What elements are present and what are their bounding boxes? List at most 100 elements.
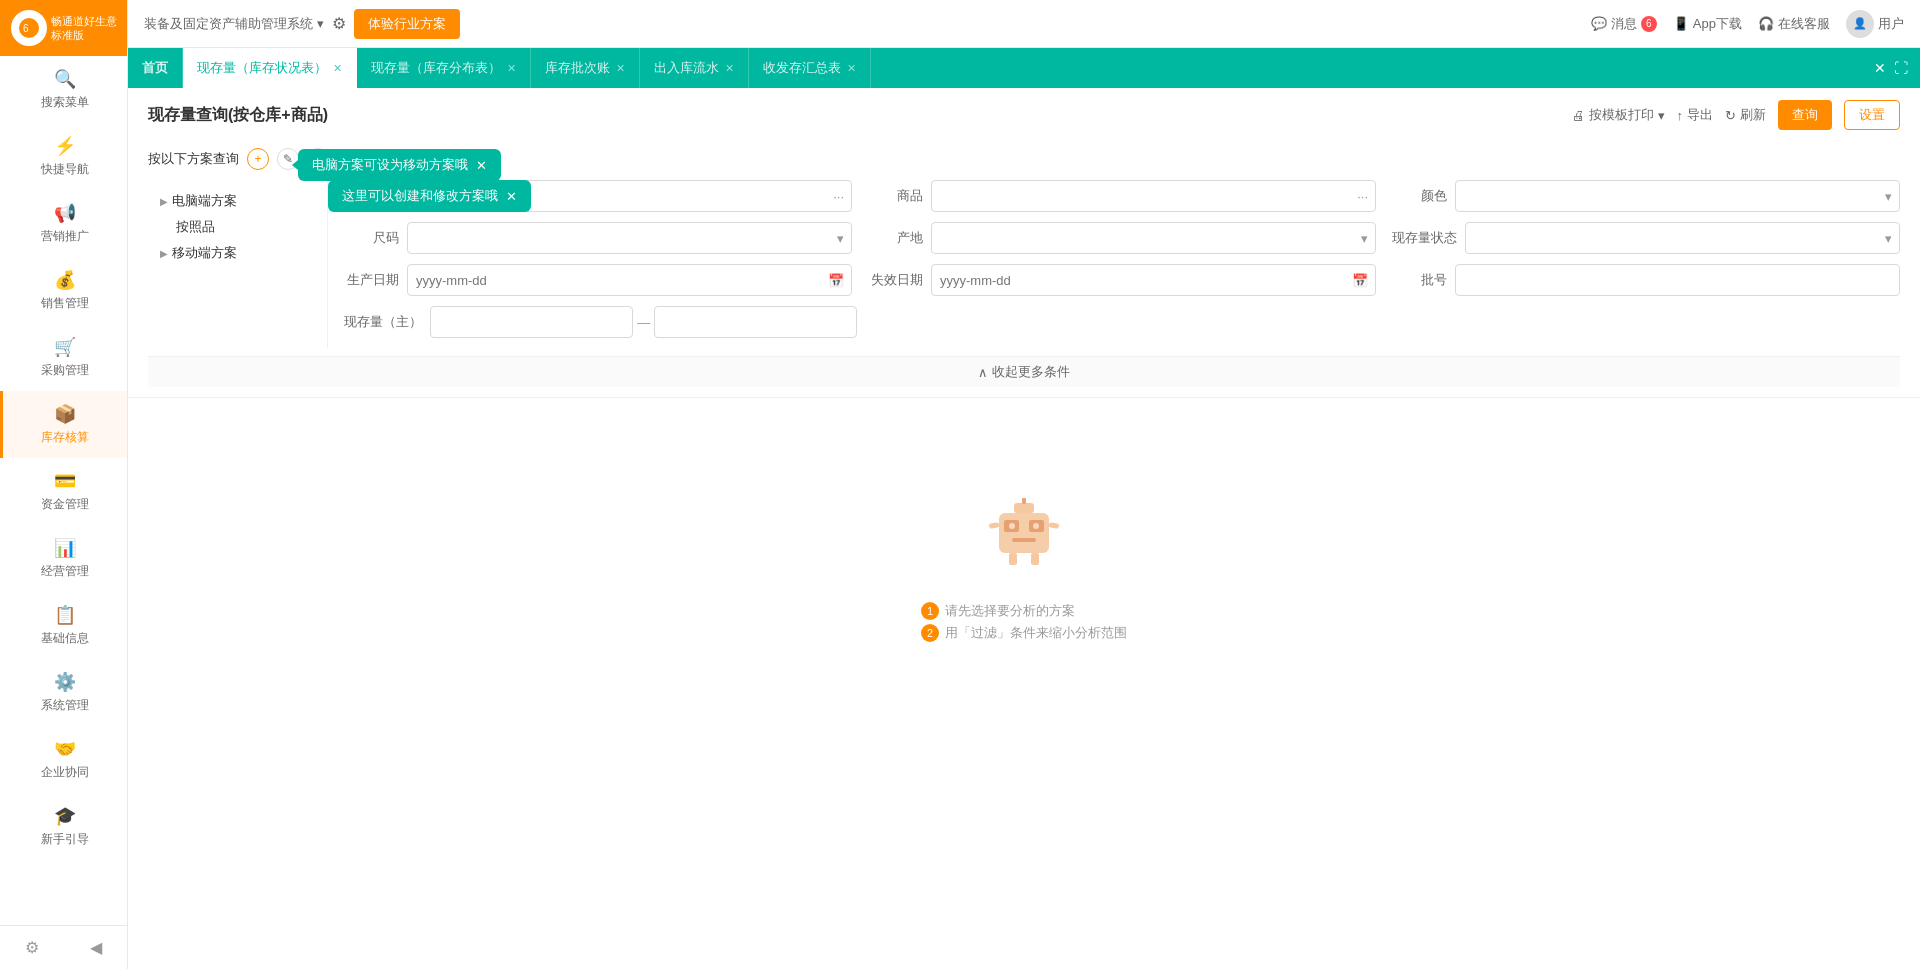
edit-scheme-button[interactable]: ✎ 电脑方案可设为移动方案哦 ✕ [277,148,299,170]
refresh-icon: ↻ [1725,108,1736,123]
color-label: 颜色 [1392,187,1447,205]
step2-num: 2 [921,624,939,642]
expiry-date-field: 失效日期 📅 [868,264,1376,296]
reset-button[interactable]: 设置 [1844,100,1900,130]
stock-status-field: 现存量状态 [1392,222,1900,254]
sidebar-item-nav[interactable]: ⚡ 快捷导航 [0,123,127,190]
experience-button[interactable]: 体验行业方案 [354,9,460,39]
tab-close-stock-status[interactable]: ✕ [333,62,342,75]
tab-close-flow[interactable]: ✕ [725,62,734,75]
scheme-pc-child[interactable]: 按照品 [148,214,327,240]
tab-close-stock-dist[interactable]: ✕ [507,62,516,75]
expiry-date-cal-icon[interactable]: 📅 [1352,273,1368,288]
svg-point-6 [1009,523,1015,529]
sidebar-item-guide[interactable]: 🎓 新手引导 [0,793,127,860]
expiry-date-input[interactable] [931,264,1376,296]
tab-stock-dist[interactable]: 现存量（库存分布表） ✕ [357,48,531,88]
topbar-left: 装备及固定资产辅助管理系统 ▾ ⚙ 体验行业方案 [144,9,460,39]
tab-close-all-icon[interactable]: ✕ [1874,60,1886,76]
tooltip-edit-scheme: 这里可以创建和修改方案哦 ✕ [328,180,531,212]
message-badge: 6 [1641,16,1657,32]
batch-field: 批号 [1392,264,1900,296]
color-select[interactable] [1455,180,1900,212]
sidebar-item-purchase[interactable]: 🛒 采购管理 [0,324,127,391]
prod-date-input[interactable] [407,264,852,296]
sidebar-item-search[interactable]: 🔍 搜索菜单 [0,56,127,123]
collapse-sidebar-icon[interactable]: ◀ [90,938,102,957]
app-download-item[interactable]: 📱 App下载 [1673,15,1742,33]
stock-main-input-end[interactable] [654,306,857,338]
operations-icon: 📊 [54,537,76,559]
tab-summary[interactable]: 收发存汇总表 ✕ [749,48,871,88]
sidebar-item-finance[interactable]: 💳 资金管理 [0,458,127,525]
guide-icon: 🎓 [54,805,76,827]
prod-date-field: 生产日期 📅 [344,264,852,296]
print-button[interactable]: 🖨 按模板打印 ▾ [1572,106,1665,124]
svg-rect-11 [1049,522,1060,529]
tab-stock-status[interactable]: 现存量（库存状况表） ✕ [183,48,357,88]
stock-main-input[interactable] [430,306,633,338]
tab-batch[interactable]: 库存批次账 ✕ [531,48,640,88]
content: 现存量查询(按仓库+商品) 🖨 按模板打印 ▾ ↑ 导出 ↻ 刷新 查询 设置 [128,88,1920,969]
collab-icon: 🤝 [54,738,76,760]
tab-maximize-icon[interactable]: ⛶ [1894,60,1908,76]
tooltip-pc-close[interactable]: ✕ [476,158,487,173]
scheme-mobile[interactable]: ▶ 移动端方案 [148,240,327,266]
message-item[interactable]: 💬 消息 6 [1591,15,1657,33]
tab-close-summary[interactable]: ✕ [847,62,856,75]
marketing-icon: 📢 [54,202,76,224]
scheme-pc-arrow-icon: ▶ [160,196,168,207]
query-button[interactable]: 查询 [1778,100,1832,130]
svg-rect-2 [999,513,1049,553]
tab-flow[interactable]: 出入库流水 ✕ [640,48,749,88]
system-name-dropdown[interactable]: 装备及固定资产辅助管理系统 ▾ [144,15,324,33]
stock-main-dash: — [637,315,650,330]
sidebar-logo: 6 畅通道好生意 标准版 [0,0,127,56]
sidebar-item-marketing[interactable]: 📢 营销推广 [0,190,127,257]
svg-rect-8 [1014,503,1034,513]
empty-state: 1 请先选择要分析的方案 2 用「过滤」条件来缩小分析范围 [128,398,1920,726]
sidebar-item-operations[interactable]: 📊 经营管理 [0,525,127,592]
logo-icon: 6 [11,10,47,46]
prod-date-label: 生产日期 [344,271,399,289]
sidebar-item-system[interactable]: ⚙️ 系统管理 [0,659,127,726]
online-support-item[interactable]: 🎧 在线客服 [1758,15,1830,33]
user-item[interactable]: 👤 用户 [1846,10,1904,38]
tooltip-pc-scheme: 电脑方案可设为移动方案哦 ✕ [298,149,501,181]
origin-select[interactable] [931,222,1376,254]
refresh-button[interactable]: ↻ 刷新 [1725,106,1766,124]
sidebar-item-basic[interactable]: 📋 基础信息 [0,592,127,659]
add-scheme-button[interactable]: + [247,148,269,170]
goods-input[interactable] [931,180,1376,212]
headset-icon: 🎧 [1758,16,1774,31]
sidebar-item-inventory[interactable]: 📦 库存核算 [0,391,127,458]
origin-field: 产地 [868,222,1376,254]
svg-text:6: 6 [23,23,29,34]
sidebar-item-collab[interactable]: 🤝 企业协同 [0,726,127,793]
page-header: 现存量查询(按仓库+商品) 🖨 按模板打印 ▾ ↑ 导出 ↻ 刷新 查询 设置 [128,88,1920,138]
tab-close-batch[interactable]: ✕ [616,62,625,75]
system-icon: ⚙️ [54,671,76,693]
prod-date-cal-icon[interactable]: 📅 [828,273,844,288]
settings-footer-icon[interactable]: ⚙ [25,938,39,957]
stock-status-select[interactable] [1465,222,1900,254]
svg-rect-10 [989,522,1000,529]
batch-label: 批号 [1392,271,1447,289]
topbar: 装备及固定资产辅助管理系统 ▾ ⚙ 体验行业方案 💬 消息 6 📱 App下载 … [128,0,1920,48]
export-icon: ↑ [1677,108,1684,123]
expiry-date-label: 失效日期 [868,271,923,289]
scheme-pc[interactable]: ▶ 电脑端方案 [148,188,327,214]
main-area: 装备及固定资产辅助管理系统 ▾ ⚙ 体验行业方案 💬 消息 6 📱 App下载 … [128,0,1920,969]
export-button[interactable]: ↑ 导出 [1677,106,1714,124]
collapse-button[interactable]: ∧ 收起更多条件 [148,356,1900,387]
tab-home[interactable]: 首页 [128,48,183,88]
size-select[interactable] [407,222,852,254]
sidebar-item-sales[interactable]: 💰 销售管理 [0,257,127,324]
purchase-icon: 🛒 [54,336,76,358]
print-dropdown-icon: ▾ [1658,108,1665,123]
tooltip-edit-close[interactable]: ✕ [506,189,517,204]
batch-input[interactable] [1455,264,1900,296]
size-label: 尺码 [344,229,399,247]
empty-illustration [974,478,1074,578]
topbar-settings-icon[interactable]: ⚙ [332,14,346,33]
